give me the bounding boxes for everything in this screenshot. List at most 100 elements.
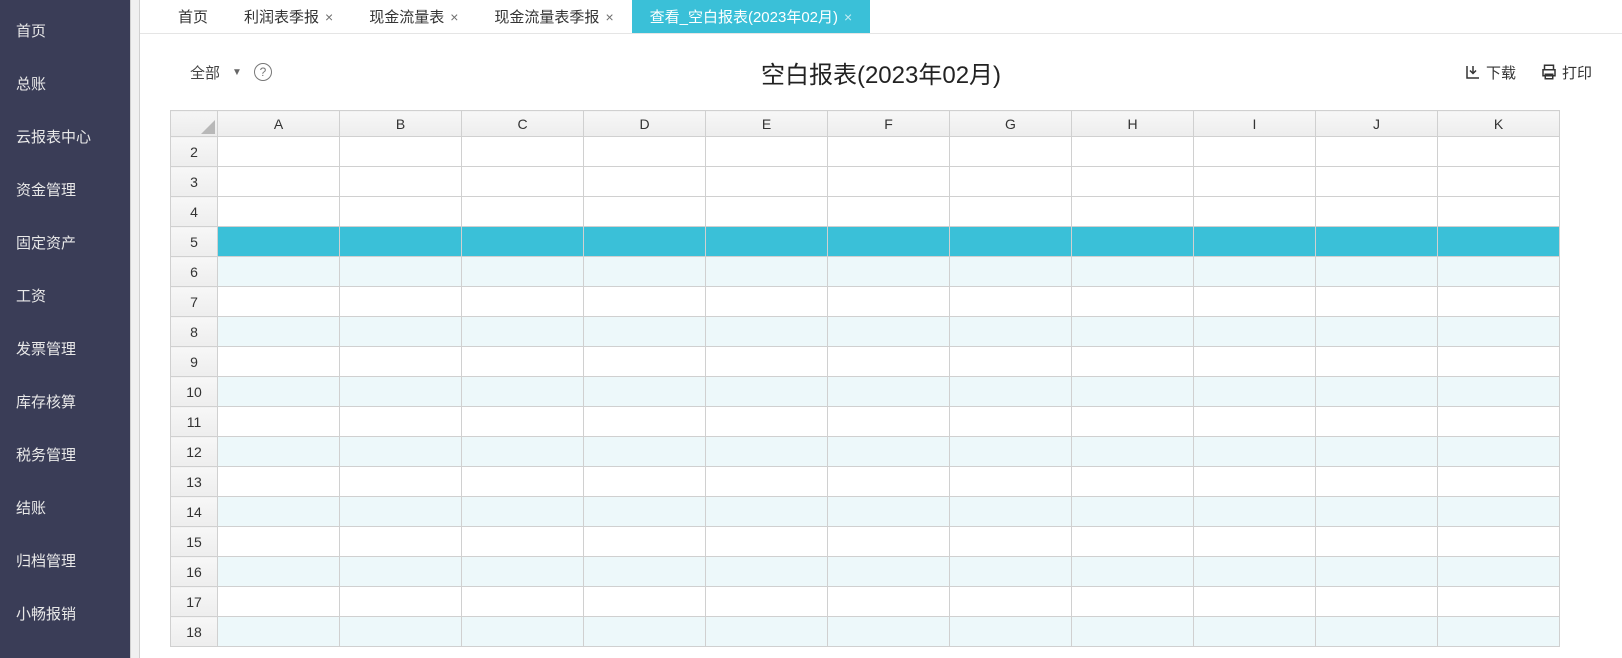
cell-F5[interactable]	[828, 227, 950, 257]
cell-F10[interactable]	[828, 377, 950, 407]
cell-E18[interactable]	[706, 617, 828, 647]
cell-B12[interactable]	[340, 437, 462, 467]
cell-D16[interactable]	[584, 557, 706, 587]
cell-J15[interactable]	[1316, 527, 1438, 557]
help-icon[interactable]: ?	[254, 63, 272, 81]
row-header-15[interactable]: 15	[171, 527, 218, 557]
cell-B4[interactable]	[340, 197, 462, 227]
sidebar-item-6[interactable]: 发票管理	[0, 322, 130, 375]
cell-C10[interactable]	[462, 377, 584, 407]
cell-G13[interactable]	[950, 467, 1072, 497]
cell-C9[interactable]	[462, 347, 584, 377]
cell-K17[interactable]	[1438, 587, 1560, 617]
row-header-6[interactable]: 6	[171, 257, 218, 287]
cell-F7[interactable]	[828, 287, 950, 317]
cell-I16[interactable]	[1194, 557, 1316, 587]
cell-J2[interactable]	[1316, 137, 1438, 167]
column-header-G[interactable]: G	[950, 111, 1072, 137]
cell-K14[interactable]	[1438, 497, 1560, 527]
row-header-17[interactable]: 17	[171, 587, 218, 617]
row-header-12[interactable]: 12	[171, 437, 218, 467]
column-header-J[interactable]: J	[1316, 111, 1438, 137]
cell-I12[interactable]	[1194, 437, 1316, 467]
cell-H2[interactable]	[1072, 137, 1194, 167]
cell-G3[interactable]	[950, 167, 1072, 197]
tab-0[interactable]: 首页	[160, 0, 226, 33]
cell-B15[interactable]	[340, 527, 462, 557]
cell-C5[interactable]	[462, 227, 584, 257]
cell-G12[interactable]	[950, 437, 1072, 467]
cell-E8[interactable]	[706, 317, 828, 347]
sidebar-item-10[interactable]: 归档管理	[0, 534, 130, 587]
cell-F15[interactable]	[828, 527, 950, 557]
cell-I17[interactable]	[1194, 587, 1316, 617]
cell-A4[interactable]	[218, 197, 340, 227]
cell-K16[interactable]	[1438, 557, 1560, 587]
row-header-7[interactable]: 7	[171, 287, 218, 317]
cell-A12[interactable]	[218, 437, 340, 467]
cell-F9[interactable]	[828, 347, 950, 377]
cell-G4[interactable]	[950, 197, 1072, 227]
cell-A14[interactable]	[218, 497, 340, 527]
cell-D7[interactable]	[584, 287, 706, 317]
cell-K15[interactable]	[1438, 527, 1560, 557]
cell-E11[interactable]	[706, 407, 828, 437]
cell-F8[interactable]	[828, 317, 950, 347]
cell-A7[interactable]	[218, 287, 340, 317]
cell-A9[interactable]	[218, 347, 340, 377]
row-header-10[interactable]: 10	[171, 377, 218, 407]
cell-D14[interactable]	[584, 497, 706, 527]
cell-G7[interactable]	[950, 287, 1072, 317]
cell-G14[interactable]	[950, 497, 1072, 527]
cell-J18[interactable]	[1316, 617, 1438, 647]
cell-A13[interactable]	[218, 467, 340, 497]
column-header-C[interactable]: C	[462, 111, 584, 137]
cell-H11[interactable]	[1072, 407, 1194, 437]
cell-J7[interactable]	[1316, 287, 1438, 317]
cell-K8[interactable]	[1438, 317, 1560, 347]
print-button[interactable]: 打印	[1540, 62, 1592, 83]
cell-E7[interactable]	[706, 287, 828, 317]
cell-A2[interactable]	[218, 137, 340, 167]
cell-J9[interactable]	[1316, 347, 1438, 377]
cell-G8[interactable]	[950, 317, 1072, 347]
cell-F16[interactable]	[828, 557, 950, 587]
cell-B14[interactable]	[340, 497, 462, 527]
cell-K5[interactable]	[1438, 227, 1560, 257]
cell-D4[interactable]	[584, 197, 706, 227]
cell-E15[interactable]	[706, 527, 828, 557]
cell-C4[interactable]	[462, 197, 584, 227]
cell-J11[interactable]	[1316, 407, 1438, 437]
cell-K9[interactable]	[1438, 347, 1560, 377]
cell-I15[interactable]	[1194, 527, 1316, 557]
row-header-5[interactable]: 5	[171, 227, 218, 257]
cell-F4[interactable]	[828, 197, 950, 227]
row-header-14[interactable]: 14	[171, 497, 218, 527]
cell-D18[interactable]	[584, 617, 706, 647]
cell-C11[interactable]	[462, 407, 584, 437]
cell-K12[interactable]	[1438, 437, 1560, 467]
cell-E12[interactable]	[706, 437, 828, 467]
cell-C13[interactable]	[462, 467, 584, 497]
cell-D12[interactable]	[584, 437, 706, 467]
cell-J13[interactable]	[1316, 467, 1438, 497]
cell-E17[interactable]	[706, 587, 828, 617]
cell-H13[interactable]	[1072, 467, 1194, 497]
close-icon[interactable]: ×	[325, 9, 333, 25]
row-header-18[interactable]: 18	[171, 617, 218, 647]
cell-D9[interactable]	[584, 347, 706, 377]
sidebar-item-1[interactable]: 总账	[0, 57, 130, 110]
cell-E14[interactable]	[706, 497, 828, 527]
tab-4[interactable]: 查看_空白报表(2023年02月)×	[632, 0, 871, 33]
cell-E2[interactable]	[706, 137, 828, 167]
cell-G10[interactable]	[950, 377, 1072, 407]
cell-H5[interactable]	[1072, 227, 1194, 257]
cell-E9[interactable]	[706, 347, 828, 377]
row-header-13[interactable]: 13	[171, 467, 218, 497]
cell-A15[interactable]	[218, 527, 340, 557]
cell-J3[interactable]	[1316, 167, 1438, 197]
row-header-11[interactable]: 11	[171, 407, 218, 437]
cell-C12[interactable]	[462, 437, 584, 467]
cell-G15[interactable]	[950, 527, 1072, 557]
cell-I7[interactable]	[1194, 287, 1316, 317]
